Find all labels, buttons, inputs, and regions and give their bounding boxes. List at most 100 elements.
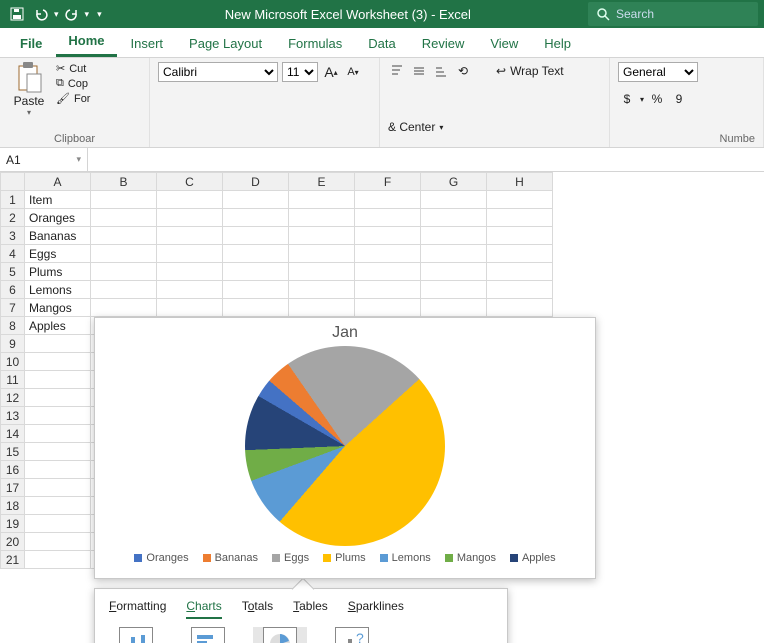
qa-tab-totals[interactable]: Totals <box>242 599 273 619</box>
cell[interactable]: Eggs <box>25 245 91 263</box>
qa-tab-tables[interactable]: Tables <box>293 599 328 619</box>
row-header[interactable]: 4 <box>1 245 25 263</box>
font-size-combo[interactable]: 11 <box>282 62 318 82</box>
cell[interactable] <box>223 227 289 245</box>
cell[interactable] <box>157 263 223 281</box>
align-top-button[interactable] <box>388 62 406 80</box>
redo-button[interactable] <box>61 3 83 25</box>
cell[interactable] <box>25 461 91 479</box>
cell[interactable] <box>25 479 91 497</box>
tab-help[interactable]: Help <box>532 30 583 57</box>
cell[interactable] <box>289 209 355 227</box>
orientation-button[interactable]: ⟲ <box>454 62 472 80</box>
tab-formulas[interactable]: Formulas <box>276 30 354 57</box>
undo-button[interactable] <box>30 3 52 25</box>
cell[interactable] <box>91 263 157 281</box>
cell[interactable] <box>487 209 553 227</box>
cell[interactable] <box>487 299 553 317</box>
cell[interactable] <box>421 263 487 281</box>
row-header[interactable]: 2 <box>1 209 25 227</box>
cell[interactable] <box>223 245 289 263</box>
increase-font-button[interactable]: A▴ <box>322 63 340 81</box>
cell[interactable] <box>25 389 91 407</box>
cell[interactable] <box>421 299 487 317</box>
cell[interactable] <box>91 191 157 209</box>
formula-input[interactable] <box>88 148 764 171</box>
tab-view[interactable]: View <box>478 30 530 57</box>
row-header[interactable]: 10 <box>1 353 25 371</box>
column-header[interactable]: E <box>289 173 355 191</box>
qa-chart-clustered-bar[interactable]: Clustere... <box>181 627 235 643</box>
cell[interactable] <box>25 425 91 443</box>
cell[interactable] <box>421 245 487 263</box>
cell[interactable] <box>223 263 289 281</box>
cell[interactable] <box>421 209 487 227</box>
cell[interactable] <box>91 209 157 227</box>
cell[interactable] <box>289 191 355 209</box>
cell[interactable] <box>289 281 355 299</box>
row-header[interactable]: 19 <box>1 515 25 533</box>
cell[interactable] <box>421 281 487 299</box>
save-button[interactable] <box>6 3 28 25</box>
column-header[interactable]: B <box>91 173 157 191</box>
tab-review[interactable]: Review <box>410 30 477 57</box>
cell[interactable]: Mangos <box>25 299 91 317</box>
row-header[interactable]: 11 <box>1 371 25 389</box>
cell[interactable] <box>487 263 553 281</box>
decrease-font-button[interactable]: A▾ <box>344 63 362 81</box>
cell[interactable] <box>91 227 157 245</box>
row-header[interactable]: 20 <box>1 533 25 551</box>
cell[interactable] <box>223 209 289 227</box>
cell[interactable] <box>355 299 421 317</box>
cell[interactable]: Apples <box>25 317 91 335</box>
merge-center-button[interactable]: & Center▾ <box>388 120 443 134</box>
select-all-button[interactable] <box>1 173 25 191</box>
qa-tab-charts[interactable]: Charts <box>186 599 221 619</box>
row-header[interactable]: 14 <box>1 425 25 443</box>
qa-chart-more[interactable]: ? More... <box>325 627 379 643</box>
cell[interactable] <box>223 281 289 299</box>
row-header[interactable]: 5 <box>1 263 25 281</box>
tab-insert[interactable]: Insert <box>119 30 176 57</box>
undo-dropdown[interactable]: ▾ <box>54 9 59 20</box>
column-header[interactable]: D <box>223 173 289 191</box>
cell[interactable] <box>25 407 91 425</box>
wrap-text-button[interactable]: ↩Wrap Text <box>496 64 564 78</box>
cell[interactable] <box>355 191 421 209</box>
row-header[interactable]: 7 <box>1 299 25 317</box>
number-format-combo[interactable]: General <box>618 62 698 82</box>
cell[interactable] <box>157 281 223 299</box>
row-header[interactable]: 6 <box>1 281 25 299</box>
cell[interactable] <box>157 191 223 209</box>
cell[interactable] <box>355 281 421 299</box>
cell[interactable] <box>157 245 223 263</box>
cell[interactable] <box>289 263 355 281</box>
cell[interactable] <box>91 245 157 263</box>
row-header[interactable]: 8 <box>1 317 25 335</box>
cell[interactable] <box>289 227 355 245</box>
cell[interactable] <box>421 227 487 245</box>
cell[interactable] <box>223 191 289 209</box>
qa-chart-clustered-column[interactable]: Clustere... <box>109 627 163 643</box>
cell[interactable]: Lemons <box>25 281 91 299</box>
column-header[interactable]: H <box>487 173 553 191</box>
row-header[interactable]: 13 <box>1 407 25 425</box>
cell[interactable] <box>25 335 91 353</box>
row-header[interactable]: 12 <box>1 389 25 407</box>
search-box[interactable]: Search <box>588 2 758 26</box>
column-header[interactable]: G <box>421 173 487 191</box>
cell[interactable] <box>487 245 553 263</box>
cell[interactable] <box>91 281 157 299</box>
cell[interactable] <box>487 191 553 209</box>
cell[interactable] <box>289 299 355 317</box>
row-header[interactable]: 21 <box>1 551 25 569</box>
tab-data[interactable]: Data <box>356 30 407 57</box>
cell[interactable] <box>223 299 289 317</box>
cell[interactable]: Plums <box>25 263 91 281</box>
name-box[interactable]: A1▾ <box>0 148 88 171</box>
cell[interactable] <box>355 263 421 281</box>
currency-button[interactable]: $ <box>618 90 636 108</box>
font-name-combo[interactable]: Calibri <box>158 62 278 82</box>
cell[interactable] <box>91 299 157 317</box>
cell[interactable] <box>25 353 91 371</box>
